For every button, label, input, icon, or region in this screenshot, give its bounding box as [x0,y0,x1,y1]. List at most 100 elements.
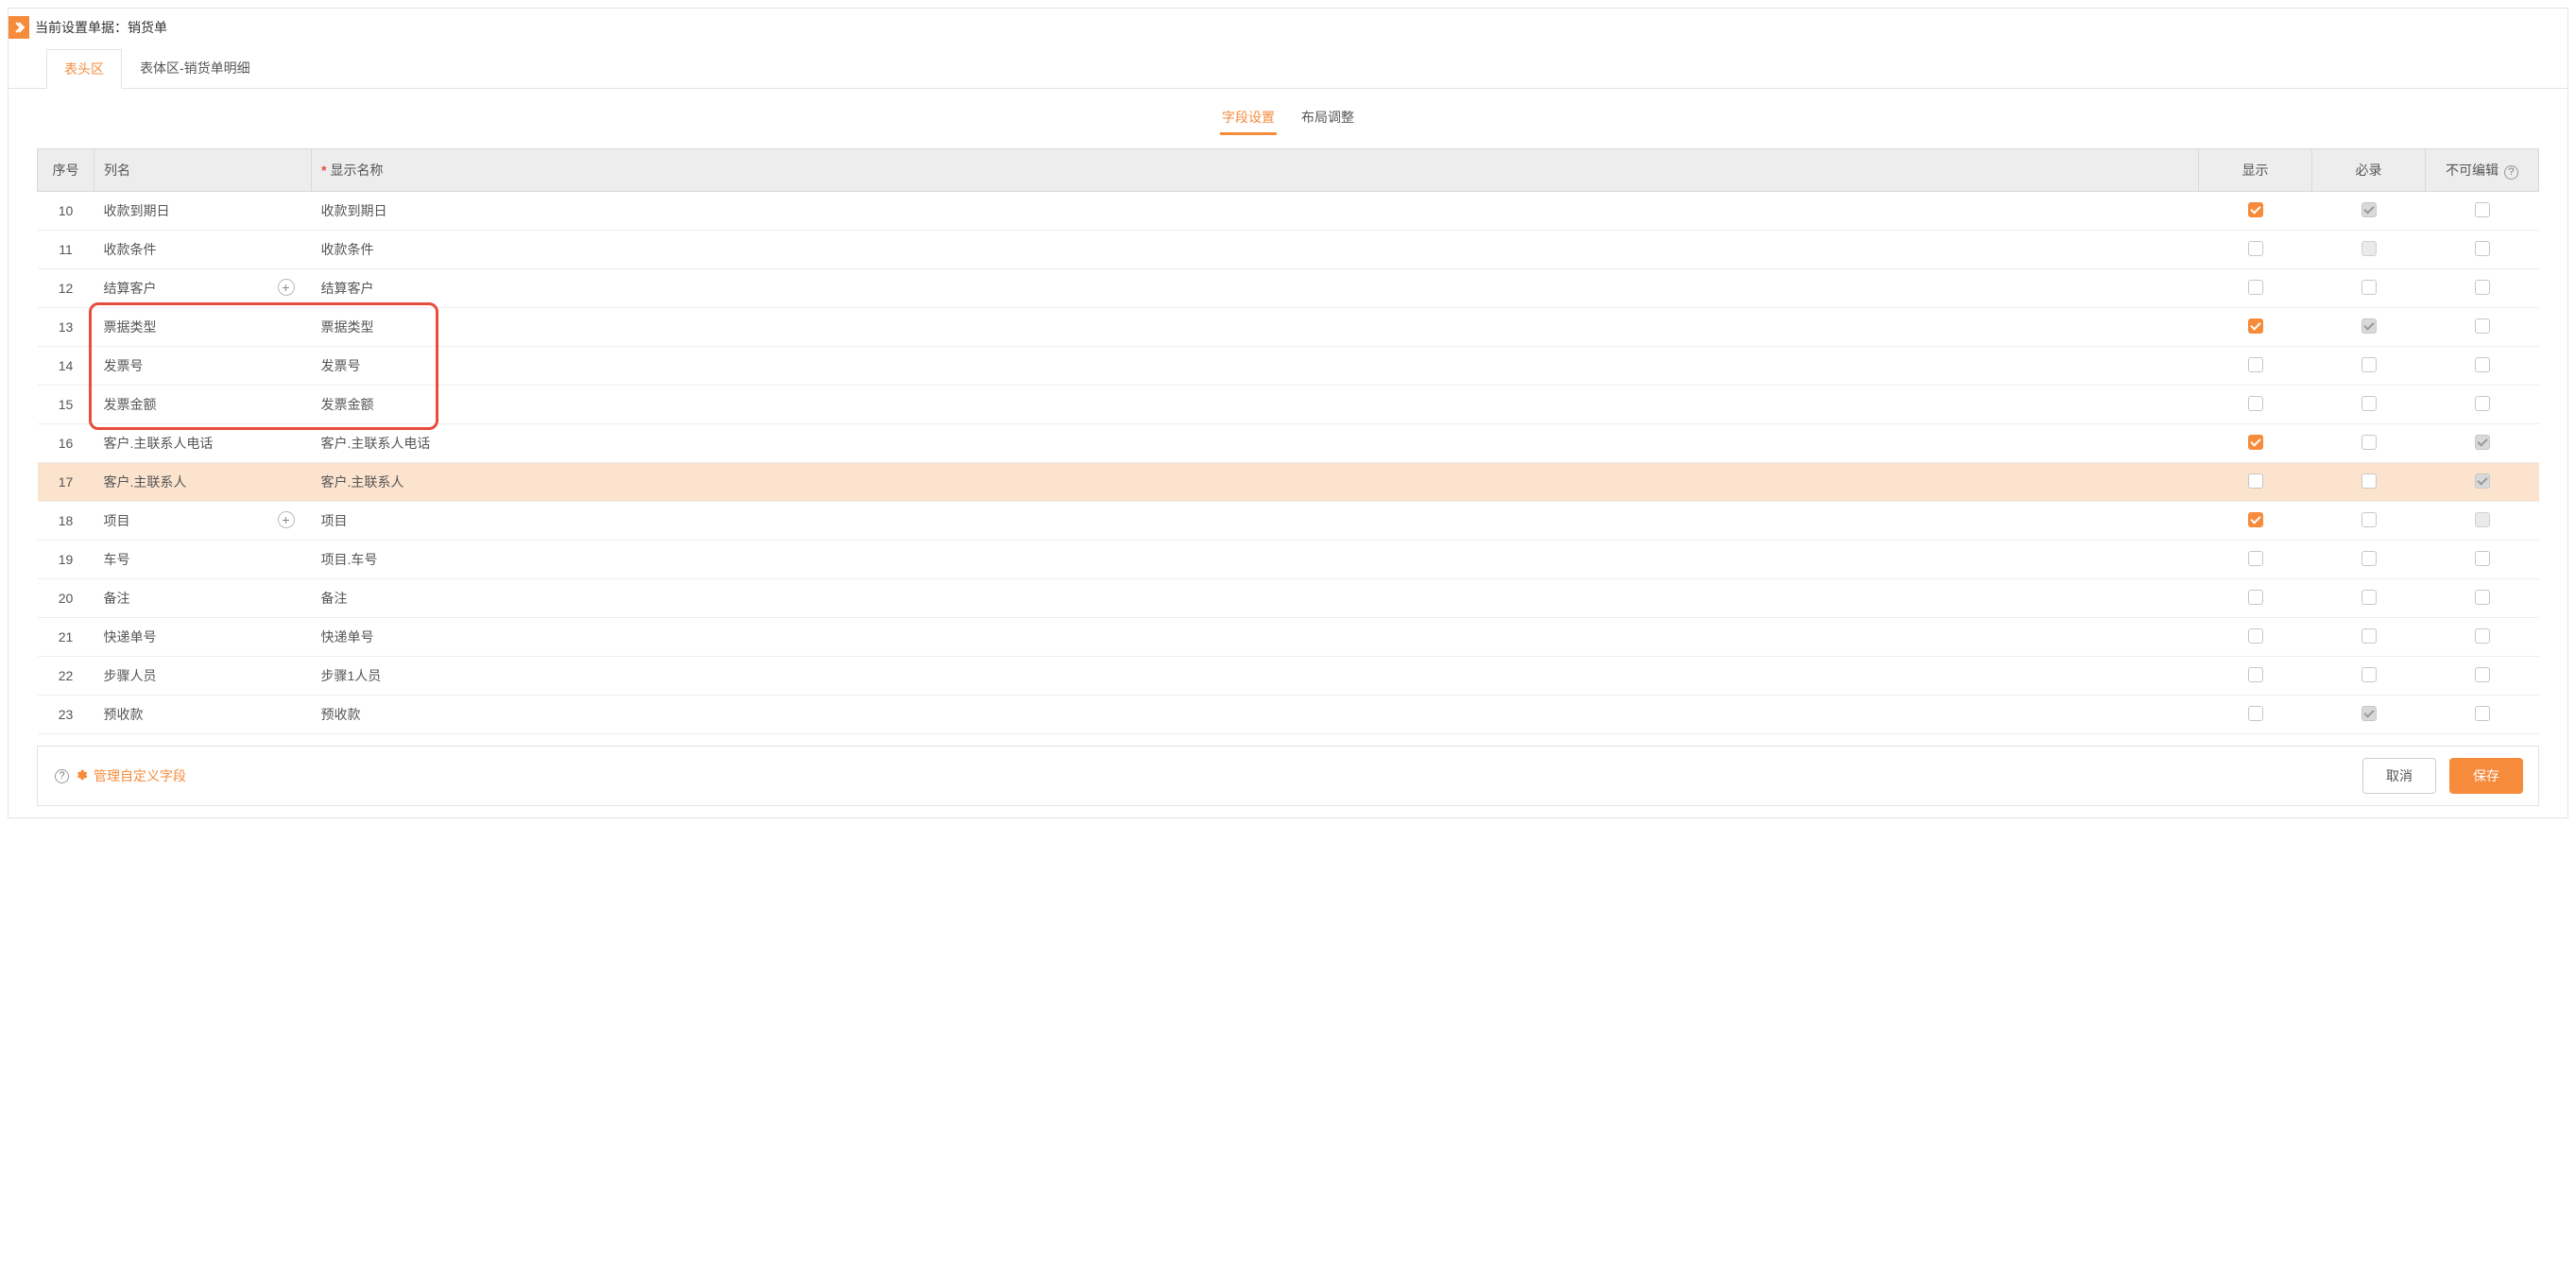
cell-seq: 10 [38,192,94,231]
cell-name: 客户.主联系人 [94,463,312,502]
cell-name: 发票号 [94,347,312,386]
checkbox-required[interactable] [2361,280,2377,295]
cell-readonly [2426,502,2539,541]
cell-required [2312,502,2426,541]
cell-display-name[interactable]: 结算客户 [312,269,2199,308]
checkbox-required[interactable] [2361,590,2377,605]
field-name-label: 备注 [104,591,130,606]
checkbox-show[interactable] [2248,667,2263,682]
cell-display-name[interactable]: 步骤1人员 [312,657,2199,696]
manage-custom-fields-link[interactable]: 管理自定义字段 [94,766,186,785]
checkbox-show[interactable] [2248,590,2263,605]
cell-required [2312,192,2426,231]
checkbox-show[interactable] [2248,512,2263,527]
tab-1[interactable]: 表体区-销货单明细 [122,48,268,88]
cell-readonly [2426,696,2539,734]
cell-show [2199,502,2312,541]
tab-0[interactable]: 表头区 [46,49,122,89]
col-header-display-label: 显示名称 [330,163,383,178]
cell-readonly [2426,579,2539,618]
cell-display-name[interactable]: 快递单号 [312,618,2199,657]
col-header-show: 显示 [2199,149,2312,192]
checkbox-readonly[interactable] [2475,202,2490,217]
cell-show [2199,463,2312,502]
field-name-label: 收款到期日 [104,203,170,218]
checkbox-show[interactable] [2248,473,2263,489]
checkbox-required[interactable] [2361,435,2377,450]
save-button[interactable]: 保存 [2449,758,2523,794]
field-name-label: 客户.主联系人 [104,474,187,490]
checkbox-readonly [2475,512,2490,527]
cell-required [2312,269,2426,308]
checkbox-show[interactable] [2248,628,2263,644]
field-name-label: 客户.主联系人电话 [104,436,214,451]
cell-required [2312,424,2426,463]
table-row: 22步骤人员步骤1人员 [38,657,2539,696]
checkbox-show[interactable] [2248,435,2263,450]
cell-seq: 15 [38,386,94,424]
checkbox-required[interactable] [2361,473,2377,489]
cell-show [2199,231,2312,269]
checkbox-readonly[interactable] [2475,551,2490,566]
cell-seq: 13 [38,308,94,347]
cell-required [2312,231,2426,269]
checkbox-show[interactable] [2248,241,2263,256]
field-name-label: 结算客户 [104,281,157,296]
checkbox-show[interactable] [2248,396,2263,411]
cell-seq: 18 [38,502,94,541]
cell-display-name[interactable]: 备注 [312,579,2199,618]
cell-display-name[interactable]: 发票号 [312,347,2199,386]
plus-icon[interactable]: + [278,511,295,528]
subtab-1[interactable]: 布局调整 [1299,102,1356,135]
checkbox-show[interactable] [2248,280,2263,295]
plus-icon[interactable]: + [278,279,295,296]
field-name-label: 步骤人员 [104,668,157,683]
cell-display-name[interactable]: 收款条件 [312,231,2199,269]
checkbox-readonly[interactable] [2475,628,2490,644]
cell-show [2199,696,2312,734]
checkbox-readonly[interactable] [2475,241,2490,256]
checkbox-readonly[interactable] [2475,706,2490,721]
cell-display-name[interactable]: 收款到期日 [312,192,2199,231]
checkbox-show[interactable] [2248,202,2263,217]
expand-panel-button[interactable] [9,16,29,39]
cell-required [2312,541,2426,579]
table-row: 10 收款到期日 收款到期日 [38,192,2539,231]
cancel-button[interactable]: 取消 [2362,758,2436,794]
cell-display-name[interactable]: 发票金额 [312,386,2199,424]
cell-name: 收款到期日 [94,192,312,231]
cell-display-name[interactable]: 票据类型 [312,308,2199,347]
table-row: 12结算客户+结算客户 [38,269,2539,308]
help-icon[interactable]: ? [2504,165,2518,180]
cell-display-name[interactable]: 项目 [312,502,2199,541]
cell-name: 结算客户 + [94,269,312,308]
gear-icon [75,768,88,784]
checkbox-readonly[interactable] [2475,590,2490,605]
checkbox-required[interactable] [2361,512,2377,527]
checkbox-readonly[interactable] [2475,396,2490,411]
subtab-0[interactable]: 字段设置 [1220,102,1277,135]
checkbox-readonly[interactable] [2475,318,2490,334]
checkbox-required[interactable] [2361,628,2377,644]
checkbox-readonly[interactable] [2475,667,2490,682]
checkbox-show[interactable] [2248,706,2263,721]
cell-display-name[interactable]: 预收款 [312,696,2199,734]
checkbox-required[interactable] [2361,551,2377,566]
checkbox-show[interactable] [2248,551,2263,566]
checkbox-required[interactable] [2361,357,2377,372]
checkbox-required[interactable] [2361,667,2377,682]
cell-show [2199,386,2312,424]
cell-seq: 19 [38,541,94,579]
checkbox-required[interactable] [2361,396,2377,411]
cell-display-name[interactable]: 项目.车号 [312,541,2199,579]
checkbox-readonly [2475,435,2490,450]
checkbox-show[interactable] [2248,318,2263,334]
cell-required [2312,308,2426,347]
checkbox-show[interactable] [2248,357,2263,372]
cell-display-name[interactable]: 客户.主联系人电话 [312,424,2199,463]
field-name-label: 车号 [104,552,130,567]
help-icon[interactable]: ? [55,769,69,783]
checkbox-readonly[interactable] [2475,280,2490,295]
cell-display-name[interactable]: 客户.主联系人 [312,463,2199,502]
checkbox-readonly[interactable] [2475,357,2490,372]
